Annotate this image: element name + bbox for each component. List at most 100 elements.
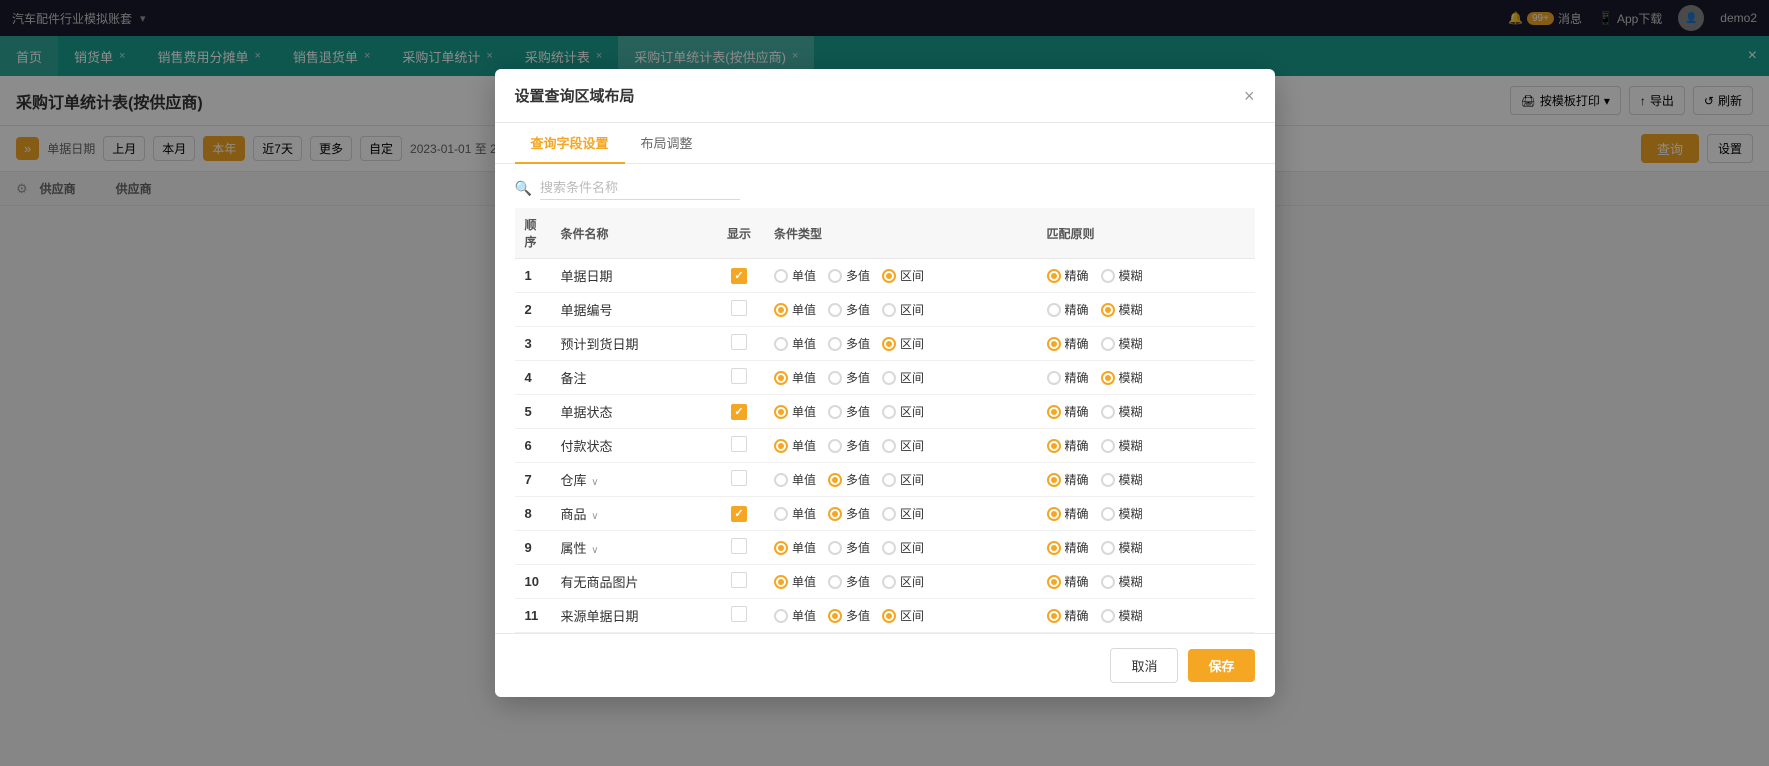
search-input[interactable] xyxy=(540,176,740,200)
type-range-radio[interactable]: 区间 xyxy=(882,335,924,352)
type-multi-radio[interactable]: 多值 xyxy=(828,437,870,454)
type-single-radio[interactable]: 单值 xyxy=(774,607,816,624)
type-multi-radio[interactable]: 多值 xyxy=(828,335,870,352)
type-range-radio[interactable]: 区间 xyxy=(882,301,924,318)
row-index: 3 xyxy=(515,327,551,361)
row-type: 单值多值区间 xyxy=(764,259,1037,293)
row-show-checkbox[interactable] xyxy=(714,293,764,327)
row-show-checkbox[interactable] xyxy=(714,599,764,633)
type-range-radio[interactable]: 区间 xyxy=(882,369,924,386)
checkbox[interactable] xyxy=(731,334,747,350)
tab-layout-adjust[interactable]: 布局调整 xyxy=(625,123,709,164)
table-row: 3预计到货日期单值多值区间精确模糊 xyxy=(515,327,1255,361)
type-range-radio[interactable]: 区间 xyxy=(882,471,924,488)
checkbox[interactable] xyxy=(731,572,747,588)
type-single-radio[interactable]: 单值 xyxy=(774,335,816,352)
type-single-radio[interactable]: 单值 xyxy=(774,437,816,454)
row-show-checkbox[interactable] xyxy=(714,565,764,599)
match-exact-radio[interactable]: 精确 xyxy=(1047,573,1089,590)
row-type: 单值多值区间 xyxy=(764,497,1037,531)
type-range-radio[interactable]: 区间 xyxy=(882,573,924,590)
type-range-radio[interactable]: 区间 xyxy=(882,267,924,284)
dialog-tabs: 查询字段设置 布局调整 xyxy=(495,123,1275,164)
checkbox[interactable] xyxy=(731,368,747,384)
type-single-radio[interactable]: 单值 xyxy=(774,267,816,284)
type-multi-radio[interactable]: 多值 xyxy=(828,403,870,420)
type-range-radio[interactable]: 区间 xyxy=(882,539,924,556)
match-exact-radio[interactable]: 精确 xyxy=(1047,539,1089,556)
row-show-checkbox[interactable] xyxy=(714,463,764,497)
match-exact-radio[interactable]: 精确 xyxy=(1047,607,1089,624)
type-range-radio[interactable]: 区间 xyxy=(882,607,924,624)
type-range-radio[interactable]: 区间 xyxy=(882,403,924,420)
type-single-radio[interactable]: 单值 xyxy=(774,369,816,386)
type-single-radio[interactable]: 单值 xyxy=(774,301,816,318)
match-exact-radio[interactable]: 精确 xyxy=(1047,471,1089,488)
type-multi-radio[interactable]: 多值 xyxy=(828,471,870,488)
type-single-radio[interactable]: 单值 xyxy=(774,573,816,590)
type-multi-radio[interactable]: 多值 xyxy=(828,539,870,556)
match-fuzzy-radio[interactable]: 模糊 xyxy=(1101,437,1143,454)
type-single-radio[interactable]: 单值 xyxy=(774,539,816,556)
save-button[interactable]: 保存 xyxy=(1188,649,1254,682)
row-type: 单值多值区间 xyxy=(764,531,1037,565)
type-single-radio[interactable]: 单值 xyxy=(774,471,816,488)
match-fuzzy-radio[interactable]: 模糊 xyxy=(1101,505,1143,522)
match-exact-radio[interactable]: 精确 xyxy=(1047,335,1089,352)
row-show-checkbox[interactable] xyxy=(714,395,764,429)
row-match: 精确模糊 xyxy=(1037,259,1255,293)
dialog: 设置查询区域布局 × 查询字段设置 布局调整 🔍 顺序 条件名称 xyxy=(495,69,1275,697)
dropdown-arrow-icon[interactable]: ∨ xyxy=(589,545,599,556)
type-single-radio[interactable]: 单值 xyxy=(774,403,816,420)
checkbox[interactable] xyxy=(731,538,747,554)
type-multi-radio[interactable]: 多值 xyxy=(828,505,870,522)
match-fuzzy-radio[interactable]: 模糊 xyxy=(1101,267,1143,284)
checkbox[interactable] xyxy=(731,606,747,622)
dropdown-arrow-icon[interactable]: ∨ xyxy=(589,511,599,522)
match-fuzzy-radio[interactable]: 模糊 xyxy=(1101,573,1143,590)
row-show-checkbox[interactable] xyxy=(714,531,764,565)
type-multi-radio[interactable]: 多值 xyxy=(828,369,870,386)
checkbox[interactable] xyxy=(731,268,747,284)
type-multi-radio[interactable]: 多值 xyxy=(828,267,870,284)
type-multi-radio[interactable]: 多值 xyxy=(828,301,870,318)
tab-query-fields[interactable]: 查询字段设置 xyxy=(515,123,625,164)
row-show-checkbox[interactable] xyxy=(714,497,764,531)
row-condition-name: 付款状态 xyxy=(551,429,715,463)
match-fuzzy-radio[interactable]: 模糊 xyxy=(1101,539,1143,556)
row-match: 精确模糊 xyxy=(1037,395,1255,429)
checkbox[interactable] xyxy=(731,436,747,452)
type-range-radio[interactable]: 区间 xyxy=(882,505,924,522)
type-single-radio[interactable]: 单值 xyxy=(774,505,816,522)
match-fuzzy-radio[interactable]: 模糊 xyxy=(1101,301,1143,318)
match-exact-radio[interactable]: 精确 xyxy=(1047,301,1089,318)
row-show-checkbox[interactable] xyxy=(714,361,764,395)
checkbox[interactable] xyxy=(731,300,747,316)
checkbox[interactable] xyxy=(731,470,747,486)
match-exact-radio[interactable]: 精确 xyxy=(1047,403,1089,420)
match-fuzzy-radio[interactable]: 模糊 xyxy=(1101,335,1143,352)
match-fuzzy-radio[interactable]: 模糊 xyxy=(1101,369,1143,386)
dropdown-arrow-icon[interactable]: ∨ xyxy=(589,477,599,488)
cancel-button[interactable]: 取消 xyxy=(1110,648,1178,683)
row-type: 单值多值区间 xyxy=(764,565,1037,599)
match-fuzzy-radio[interactable]: 模糊 xyxy=(1101,403,1143,420)
type-multi-radio[interactable]: 多值 xyxy=(828,573,870,590)
match-exact-radio[interactable]: 精确 xyxy=(1047,369,1089,386)
row-condition-name: 有无商品图片 xyxy=(551,565,715,599)
checkbox[interactable] xyxy=(731,506,747,522)
match-fuzzy-radio[interactable]: 模糊 xyxy=(1101,607,1143,624)
row-show-checkbox[interactable] xyxy=(714,259,764,293)
row-show-checkbox[interactable] xyxy=(714,429,764,463)
match-exact-radio[interactable]: 精确 xyxy=(1047,437,1089,454)
row-show-checkbox[interactable] xyxy=(714,327,764,361)
row-condition-name: 仓库 ∨ xyxy=(551,463,715,497)
match-fuzzy-radio[interactable]: 模糊 xyxy=(1101,471,1143,488)
match-exact-radio[interactable]: 精确 xyxy=(1047,267,1089,284)
type-multi-radio[interactable]: 多值 xyxy=(828,607,870,624)
type-range-radio[interactable]: 区间 xyxy=(882,437,924,454)
row-match: 精确模糊 xyxy=(1037,293,1255,327)
checkbox[interactable] xyxy=(731,404,747,420)
match-exact-radio[interactable]: 精确 xyxy=(1047,505,1089,522)
dialog-close-button[interactable]: × xyxy=(1244,87,1255,105)
